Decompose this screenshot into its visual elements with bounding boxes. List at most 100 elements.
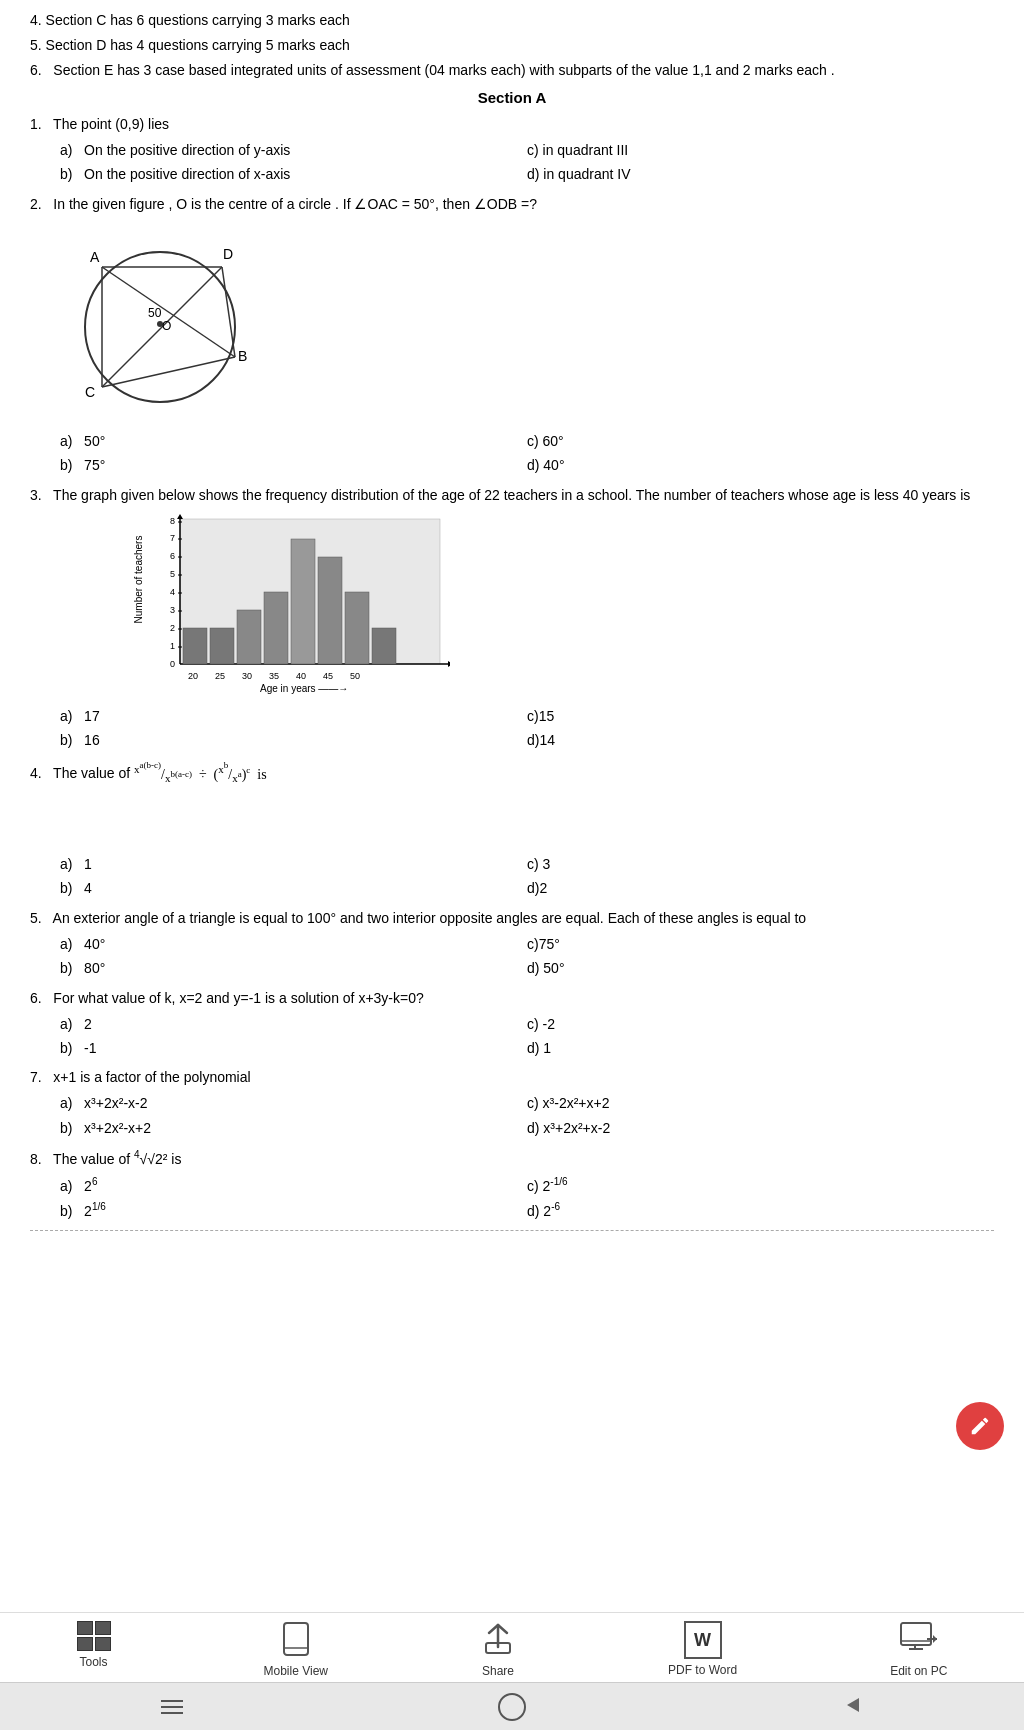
svg-rect-40 [345,592,369,664]
svg-text:40: 40 [296,671,306,681]
svg-text:35: 35 [269,671,279,681]
q7-option-a: a) x³+2x²-x-2 [60,1092,527,1114]
svg-text:50: 50 [148,306,162,320]
q3-options: a) 17 c)15 b) 16 d)14 [30,705,994,752]
edit-icon [969,1415,991,1437]
question-1: 1. The point (0,9) lies a) On the positi… [30,114,994,186]
q6-option-c: c) -2 [527,1013,994,1035]
svg-rect-54 [284,1623,308,1655]
q6-options: a) 2 c) -2 b) -1 d) 1 [30,1013,994,1060]
q2-option-a: a) 50° [60,430,527,452]
svg-text:Age in years ——→: Age in years ——→ [260,683,348,694]
svg-text:7: 7 [170,533,175,543]
tools-icon [77,1621,111,1651]
hamburger-menu-button[interactable] [153,1692,191,1722]
edit-on-pc-label: Edit on PC [890,1664,947,1678]
q1-option-b: b) On the positive direction of x-axis [60,163,527,185]
q5-option-d: d) 50° [527,957,994,979]
q8-option-c: c) 2-1/6 [527,1174,994,1197]
q4-formula: xa(b-c)/xb(a-c) ÷ (xb/xa)c is [134,767,267,782]
bar-chart-container: Number of teachers 0 1 2 3 [150,514,470,697]
svg-marker-64 [847,1698,859,1712]
svg-rect-34 [183,628,207,664]
q4-option-b: b) 4 [60,877,527,899]
q8-option-d: d) 2-6 [527,1199,994,1222]
header-line5: 5. Section D has 4 questions carrying 5 … [30,35,994,56]
svg-text:1: 1 [170,641,175,651]
q4-option-a: a) 1 [60,853,527,875]
mobile-view-icon [280,1621,312,1660]
q6-option-b: b) -1 [60,1037,527,1059]
back-button[interactable] [833,1686,871,1727]
q2-option-c: c) 60° [527,430,994,452]
svg-text:O: O [162,319,171,333]
edit-on-pc-button[interactable]: Edit on PC [890,1621,947,1678]
svg-text:30: 30 [242,671,252,681]
svg-rect-36 [237,610,261,664]
q2-text: 2. In the given figure , O is the centre… [30,194,994,215]
svg-text:2: 2 [170,623,175,633]
header-line4: 4. Section C has 6 questions carrying 3 … [30,10,994,31]
q7-option-b: b) x³+2x²-x+2 [60,1117,527,1139]
q8-option-b: b) 21/6 [60,1199,527,1222]
pdf-to-word-label: PDF to Word [668,1663,737,1677]
svg-marker-63 [933,1635,937,1643]
edit-fab-button[interactable] [956,1402,1004,1450]
svg-line-5 [102,267,235,357]
q8-options: a) 26 c) 2-1/6 b) 21/6 d) 2-6 [30,1174,994,1222]
q4-text: 4. The value of xa(b-c)/xb(a-c) ÷ (xb/xa… [30,759,994,787]
svg-text:A: A [90,249,100,265]
svg-rect-38 [291,539,315,664]
q3-option-a: a) 17 [60,705,527,727]
q7-option-c: c) x³-2x²+x+2 [527,1092,994,1114]
q3-text: 3. The graph given below shows the frequ… [30,485,994,506]
q5-option-c: c)75° [527,933,994,955]
svg-text:0: 0 [170,659,175,669]
mobile-view-button[interactable]: Mobile View [264,1621,328,1678]
question-6: 6. For what value of k, x=2 and y=-1 is … [30,988,994,1060]
svg-text:50: 50 [350,671,360,681]
toolbar-items: Tools Mobile View Share [0,1621,1024,1678]
back-icon [841,1694,863,1716]
q1-option-d: d) in quadrant IV [527,163,994,185]
tools-button[interactable]: Tools [77,1621,111,1669]
q6-option-a: a) 2 [60,1013,527,1035]
question-5: 5. An exterior angle of a triangle is eq… [30,908,994,980]
q7-text: 7. x+1 is a factor of the polynomial [30,1067,994,1088]
header-line6: 6. Section E has 3 case based integrated… [30,60,994,81]
q3-option-d: d)14 [527,729,994,751]
svg-rect-39 [318,557,342,664]
q2-option-b: b) 75° [60,454,527,476]
svg-rect-41 [372,628,396,664]
q4-option-c: c) 3 [527,853,994,875]
edit-on-pc-icon [899,1621,939,1660]
mobile-view-label: Mobile View [264,1664,328,1678]
svg-text:25: 25 [215,671,225,681]
share-button[interactable]: Share [481,1621,515,1678]
q1-text: 1. The point (0,9) lies [30,114,994,135]
question-4: 4. The value of xa(b-c)/xb(a-c) ÷ (xb/xa… [30,759,994,899]
question-3: 3. The graph given below shows the frequ… [30,485,994,752]
svg-text:45: 45 [323,671,333,681]
q5-option-b: b) 80° [60,957,527,979]
circle-figure: A D B C 50 O [60,227,260,417]
question-7: 7. x+1 is a factor of the polynomial a) … [30,1067,994,1139]
bottom-nav-bar [0,1682,1024,1730]
home-button[interactable] [498,1693,526,1721]
q3-option-c: c)15 [527,705,994,727]
question-2: 2. In the given figure , O is the centre… [30,194,994,477]
svg-rect-37 [264,592,288,664]
svg-line-3 [102,357,235,387]
svg-rect-35 [210,628,234,664]
q1-option-a: a) On the positive direction of y-axis [60,139,527,161]
q6-text: 6. For what value of k, x=2 and y=-1 is … [30,988,994,1009]
q6-option-d: d) 1 [527,1037,994,1059]
pdf-to-word-button[interactable]: W PDF to Word [668,1621,737,1677]
bottom-toolbar: Tools Mobile View Share [0,1612,1024,1682]
svg-marker-52 [177,514,183,519]
svg-marker-50 [448,661,450,667]
section-a-title: Section A [30,89,994,106]
svg-text:8: 8 [170,516,175,526]
q1-option-c: c) in quadrant III [527,139,994,161]
q4-options: a) 1 c) 3 b) 4 d)2 [30,853,994,900]
